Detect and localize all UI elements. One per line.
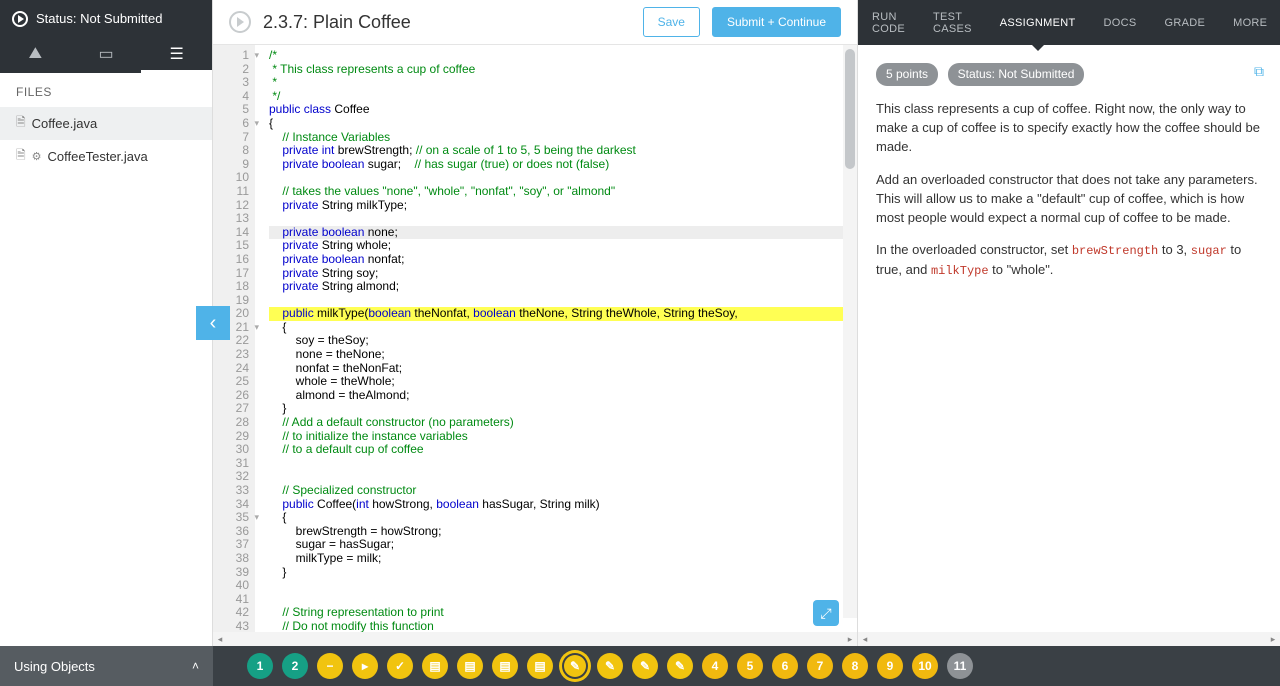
editor-header: 2.3.7: Plain Coffee Save Submit + Contin… <box>213 0 857 45</box>
sidebar: Status: Not Submitted ⛰ ▭ ☰ FILES 🗎 Coffe… <box>0 0 213 646</box>
lesson-play-icon <box>229 11 251 33</box>
tab-assignment[interactable]: ASSIGNMENT <box>986 0 1090 45</box>
tab-test-cases[interactable]: TEST CASES <box>919 0 986 45</box>
lesson-dot[interactable]: ▸ <box>352 653 378 679</box>
lesson-dot[interactable]: 9 <box>877 653 903 679</box>
lesson-progress: 12−▸ ✓ ▤ ▤ ▤ ▤ ✎ ✎ ✎ ✎ 456789 10 11 <box>213 646 1280 686</box>
lesson-dot[interactable]: ▤ <box>492 653 518 679</box>
play-circle-icon <box>12 11 28 27</box>
footer: Using Objects ˄ 12−▸ ✓ ▤ ▤ ▤ ▤ ✎ ✎ ✎ ✎ 456789 10 11 <box>0 646 1280 686</box>
points-pill: 5 points <box>876 63 938 86</box>
assignment-body: ⧉ 5 points Status: Not Submitted This cl… <box>858 45 1280 632</box>
code-brewstrength: brewStrength <box>1072 244 1158 258</box>
sidebar-nav: ⛰ ▭ ☰ <box>0 37 212 73</box>
horizontal-scrollbar[interactable]: ◂ ▸ <box>213 632 857 646</box>
nav-calendar-icon[interactable]: ▭ <box>71 37 142 73</box>
lesson-dot[interactable]: 5 <box>737 653 763 679</box>
tab-run-code[interactable]: RUN CODE <box>858 0 919 45</box>
lesson-dot[interactable]: ✎ <box>562 653 588 679</box>
code-sugar: sugar <box>1191 244 1227 258</box>
lesson-dot[interactable]: 8 <box>842 653 868 679</box>
tab-more[interactable]: MORE <box>1219 0 1280 45</box>
code-milktype: milkType <box>931 264 989 278</box>
scroll-left-icon[interactable]: ◂ <box>213 634 227 645</box>
code-area[interactable]: /* * This class represents a cup of coff… <box>255 45 857 632</box>
rp-scroll-left-icon[interactable]: ◂ <box>858 634 872 645</box>
right-horizontal-scrollbar[interactable]: ◂ ▸ <box>858 632 1280 646</box>
lesson-title: 2.3.7: Plain Coffee <box>263 12 631 33</box>
expand-editor-button[interactable]: ⤢ <box>813 600 839 626</box>
file-item[interactable]: 🗎 Coffee.java <box>0 107 212 140</box>
lesson-dot[interactable]: ✎ <box>597 653 623 679</box>
status-text: Status: Not Submitted <box>36 11 162 26</box>
footer-section-label: Using Objects <box>14 659 95 674</box>
lesson-dot[interactable]: ▤ <box>457 653 483 679</box>
files-header: FILES <box>0 73 212 107</box>
submit-button[interactable]: Submit + Continue <box>712 7 841 37</box>
file-list: 🗎 Coffee.java 🗎 ⚙ CoffeeTester.java <box>0 107 212 173</box>
file-name: CoffeeTester.java <box>48 149 148 164</box>
file-icon: 🗎 <box>16 113 26 134</box>
lesson-dot[interactable]: 6 <box>772 653 798 679</box>
chevron-up-icon: ˄ <box>192 659 199 673</box>
status-pill: Status: Not Submitted <box>948 63 1085 86</box>
collapse-sidebar-button[interactable]: ‹ <box>196 306 230 340</box>
editor-panel: ‹ 2.3.7: Plain Coffee Save Submit + Cont… <box>213 0 858 646</box>
lesson-dot[interactable]: − <box>317 653 343 679</box>
lesson-dot[interactable]: 7 <box>807 653 833 679</box>
right-panel: RUN CODE TEST CASES ASSIGNMENT DOCS GRAD… <box>858 0 1280 646</box>
lesson-dot[interactable]: 10 <box>912 653 938 679</box>
code-editor[interactable]: 1234567891011121314151617181920212223242… <box>213 45 857 632</box>
file-icon: 🗎 <box>16 146 26 167</box>
vertical-scrollbar[interactable] <box>843 45 857 618</box>
scroll-right-icon[interactable]: ▸ <box>843 634 857 645</box>
lesson-dot[interactable]: 4 <box>702 653 728 679</box>
lesson-dot[interactable]: ✎ <box>667 653 693 679</box>
lesson-dot[interactable]: ✓ <box>387 653 413 679</box>
footer-section[interactable]: Using Objects ˄ <box>0 646 213 686</box>
lesson-dot[interactable]: 2 <box>282 653 308 679</box>
gear-icon: ⚙ <box>32 150 42 163</box>
lesson-dot[interactable]: 1 <box>247 653 273 679</box>
tab-grade[interactable]: GRADE <box>1150 0 1219 45</box>
lesson-dot[interactable]: 11 <box>947 653 973 679</box>
status-strip: Status: Not Submitted <box>0 0 212 37</box>
save-button[interactable]: Save <box>643 7 700 37</box>
rp-scroll-right-icon[interactable]: ▸ <box>1266 634 1280 645</box>
file-name: Coffee.java <box>32 116 98 131</box>
popout-icon[interactable]: ⧉ <box>1254 61 1264 81</box>
nav-list-icon[interactable]: ☰ <box>141 37 212 73</box>
lesson-dot[interactable]: ▤ <box>527 653 553 679</box>
assignment-p1: This class represents a cup of coffee. R… <box>876 100 1262 157</box>
tab-bar: RUN CODE TEST CASES ASSIGNMENT DOCS GRAD… <box>858 0 1280 45</box>
nav-map-icon[interactable]: ⛰ <box>0 37 71 73</box>
lesson-dot[interactable]: ▤ <box>422 653 448 679</box>
tab-docs[interactable]: DOCS <box>1090 0 1151 45</box>
lesson-dot[interactable]: ✎ <box>632 653 658 679</box>
assignment-p2: Add an overloaded constructor that does … <box>876 171 1262 228</box>
file-item[interactable]: 🗎 ⚙ CoffeeTester.java <box>0 140 212 173</box>
assignment-p3: In the overloaded constructor, set brewS… <box>876 241 1262 280</box>
